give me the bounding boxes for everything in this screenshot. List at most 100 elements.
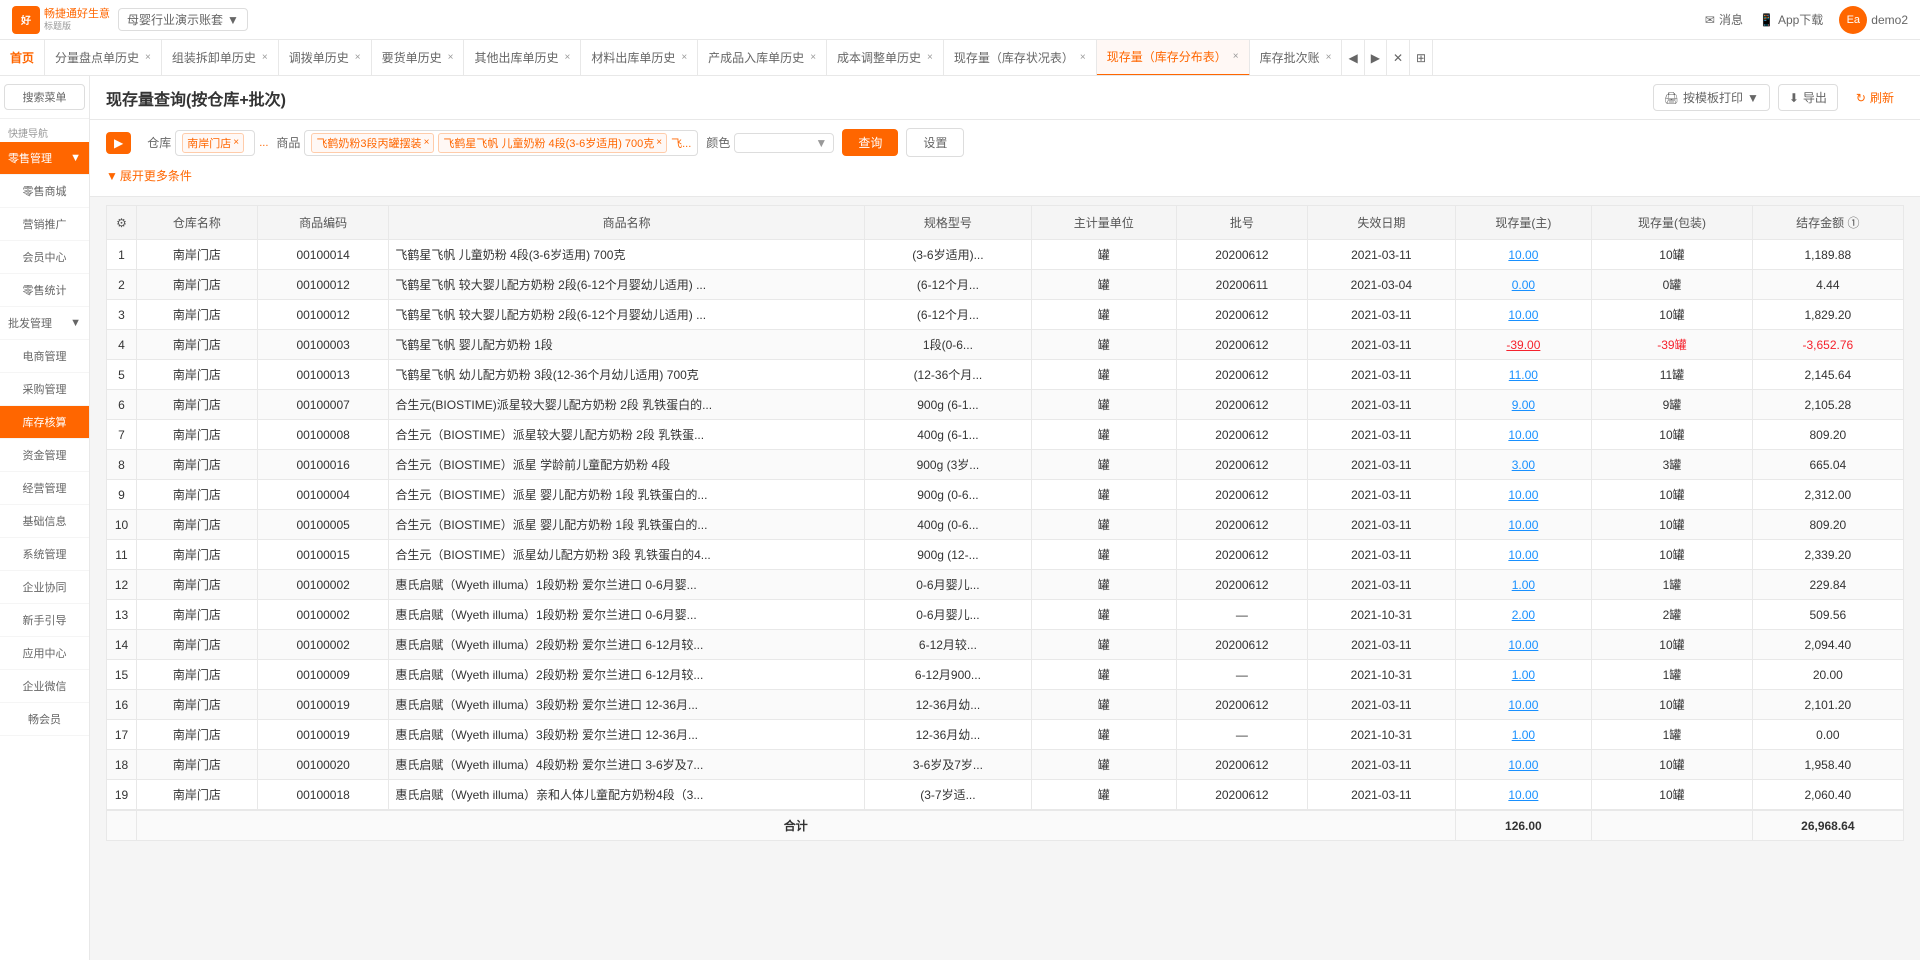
- th-code: 商品编码: [257, 206, 389, 240]
- tab-stock-status[interactable]: 现存量（库存状况表） ×: [944, 40, 1097, 76]
- industry-select[interactable]: 母婴行业演示账套 ▼: [118, 8, 248, 31]
- cell-qty-main[interactable]: 1.00: [1455, 660, 1592, 690]
- tab-close-mix[interactable]: ×: [355, 52, 361, 63]
- cell-qty-main[interactable]: 10.00: [1455, 780, 1592, 811]
- user-profile-btn[interactable]: Ea demo2: [1839, 6, 1908, 34]
- tab-close-cost-adjust[interactable]: ×: [927, 52, 933, 63]
- sidebar-item-marketing[interactable]: 营销推广: [0, 208, 89, 241]
- sidebar-item-corp[interactable]: 企业协同: [0, 571, 89, 604]
- cell-qty-main[interactable]: 1.00: [1455, 570, 1592, 600]
- tab-close-all-btn[interactable]: ✕: [1387, 40, 1410, 76]
- expand-filter-btn[interactable]: ▶: [106, 132, 131, 154]
- template-print-btn[interactable]: 🖨 按模板打印 ▼: [1653, 84, 1770, 111]
- tab-close-material-out[interactable]: ×: [681, 52, 687, 63]
- cell-qty-main[interactable]: 0.00: [1455, 270, 1592, 300]
- tab-material-out[interactable]: 材料出库单历史 ×: [581, 40, 698, 76]
- tab-close-stock-status[interactable]: ×: [1080, 52, 1086, 63]
- message-btn[interactable]: ✉ 消息: [1705, 11, 1743, 28]
- color-label: 颜色: [706, 134, 730, 151]
- tab-close-group[interactable]: ×: [262, 52, 268, 63]
- sidebar-item-retail-shop[interactable]: 零售商城: [0, 175, 89, 208]
- tab-menu-btn[interactable]: ⊞: [1410, 40, 1433, 76]
- sidebar-item-purchase[interactable]: 采购管理: [0, 373, 89, 406]
- product-filter-input[interactable]: 飞鹤奶粉3段丙罐摆装 × 飞鹤星飞帆 儿童奶粉 4段(3-6岁适用) 700克 …: [304, 130, 698, 156]
- cell-qty-main[interactable]: -39.00: [1455, 330, 1592, 360]
- cell-spec: 0-6月婴儿...: [864, 570, 1031, 600]
- product-more-btn[interactable]: 飞...: [671, 135, 691, 151]
- export-btn[interactable]: ⬇ 导出: [1778, 84, 1838, 111]
- sidebar-item-app-center[interactable]: 应用中心: [0, 637, 89, 670]
- sidebar-item-member[interactable]: 会员中心: [0, 241, 89, 274]
- cell-spec: 3-6岁及7岁...: [864, 750, 1031, 780]
- tab-close-product-in[interactable]: ×: [810, 52, 816, 63]
- warehouse-tag-close[interactable]: ×: [233, 137, 239, 148]
- sidebar-item-retail-stat[interactable]: 零售统计: [0, 274, 89, 307]
- cell-qty-main[interactable]: 1.00: [1455, 720, 1592, 750]
- sidebar-item-system[interactable]: 系统管理: [0, 538, 89, 571]
- cell-qty-main[interactable]: 10.00: [1455, 480, 1592, 510]
- tab-close-batch[interactable]: ×: [1326, 52, 1332, 63]
- tab-close-stock-dist[interactable]: ×: [1233, 51, 1239, 62]
- cell-qty-main[interactable]: 10.00: [1455, 420, 1592, 450]
- product-tag-close-1[interactable]: ×: [424, 137, 430, 148]
- tab-group[interactable]: 组装拆卸单历史 ×: [162, 40, 279, 76]
- cell-unit: 罐: [1031, 780, 1176, 811]
- tab-next-btn[interactable]: ▶: [1365, 40, 1387, 76]
- sidebar-item-warehouse[interactable]: 库存核算: [0, 406, 89, 439]
- tab-close-split[interactable]: ×: [145, 52, 151, 63]
- th-settings[interactable]: ⚙: [107, 206, 137, 240]
- cell-qty-main[interactable]: 10.00: [1455, 750, 1592, 780]
- settings-btn[interactable]: 设置: [906, 128, 964, 157]
- color-filter-input[interactable]: ▼: [734, 133, 834, 153]
- cell-qty-main[interactable]: 10.00: [1455, 540, 1592, 570]
- sidebar-item-ops[interactable]: 经营管理: [0, 472, 89, 505]
- sidebar-item-ecommerce[interactable]: 电商管理: [0, 340, 89, 373]
- search-btn[interactable]: 查询: [842, 129, 898, 156]
- filter-row: ▶ 仓库 南岸门店 × ... 商品 飞鹤奶粉3段丙罐摆装: [106, 128, 1904, 157]
- cell-qty-main[interactable]: 11.00: [1455, 360, 1592, 390]
- app-download-btn[interactable]: 📱 App下载: [1759, 11, 1823, 28]
- cell-qty-main[interactable]: 10.00: [1455, 300, 1592, 330]
- tab-close-pick[interactable]: ×: [448, 52, 454, 63]
- cell-unit: 罐: [1031, 600, 1176, 630]
- warehouse-filter-input[interactable]: 南岸门店 ×: [175, 130, 255, 156]
- sidebar-search-btn[interactable]: 搜索菜单: [4, 84, 85, 110]
- sidebar-item-vip[interactable]: 畅会员: [0, 703, 89, 736]
- cell-name: 合生元（BIOSTIME）派星幼儿配方奶粉 3段 乳铁蛋白的4...: [389, 540, 864, 570]
- cell-balance: 2,339.20: [1752, 540, 1903, 570]
- cell-spec: (12-36个月...: [864, 360, 1031, 390]
- refresh-btn[interactable]: ↻ 刷新: [1846, 85, 1904, 110]
- cell-qty-main[interactable]: 10.00: [1455, 630, 1592, 660]
- cell-index: 2: [107, 270, 137, 300]
- tab-cost-adjust[interactable]: 成本调整单历史 ×: [827, 40, 944, 76]
- tab-other-out[interactable]: 其他出库单历史 ×: [464, 40, 581, 76]
- cell-qty-main[interactable]: 2.00: [1455, 600, 1592, 630]
- product-tag-close-2[interactable]: ×: [656, 137, 662, 148]
- tab-split[interactable]: 分量盘点单历史 ×: [45, 40, 162, 76]
- cell-expire: 2021-03-11: [1308, 330, 1455, 360]
- cell-qty-main[interactable]: 10.00: [1455, 690, 1592, 720]
- cell-qty-main[interactable]: 3.00: [1455, 450, 1592, 480]
- sidebar-item-wholesale[interactable]: 批发管理 ▼: [0, 307, 89, 340]
- tab-batch[interactable]: 库存批次账 ×: [1250, 40, 1343, 76]
- tab-product-in[interactable]: 产成品入库单历史 ×: [698, 40, 827, 76]
- cell-warehouse: 南岸门店: [137, 660, 258, 690]
- sidebar-item-guide[interactable]: 新手引导: [0, 604, 89, 637]
- tab-pick[interactable]: 要货单历史 ×: [372, 40, 465, 76]
- tab-close-other-out[interactable]: ×: [564, 52, 570, 63]
- tab-mix[interactable]: 调拨单历史 ×: [279, 40, 372, 76]
- sidebar-item-finance[interactable]: 资金管理: [0, 439, 89, 472]
- tab-home[interactable]: 首页: [0, 40, 45, 76]
- tab-stock-dist[interactable]: 现存量（库存分布表） ×: [1097, 40, 1250, 76]
- warehouse-more-btn[interactable]: ...: [259, 137, 268, 149]
- cell-qty-main[interactable]: 10.00: [1455, 240, 1592, 270]
- color-dropdown-icon[interactable]: ▼: [815, 136, 827, 150]
- tab-prev-btn[interactable]: ◀: [1342, 40, 1364, 76]
- cell-balance: 0.00: [1752, 720, 1903, 750]
- cell-qty-main[interactable]: 9.00: [1455, 390, 1592, 420]
- sidebar-item-corp-wechat[interactable]: 企业微信: [0, 670, 89, 703]
- sidebar-item-basic[interactable]: 基础信息: [0, 505, 89, 538]
- sidebar-item-retail[interactable]: 零售管理 ▼: [0, 142, 89, 175]
- cell-qty-main[interactable]: 10.00: [1455, 510, 1592, 540]
- expand-more-btn[interactable]: ▼ 展开更多条件: [106, 163, 192, 188]
